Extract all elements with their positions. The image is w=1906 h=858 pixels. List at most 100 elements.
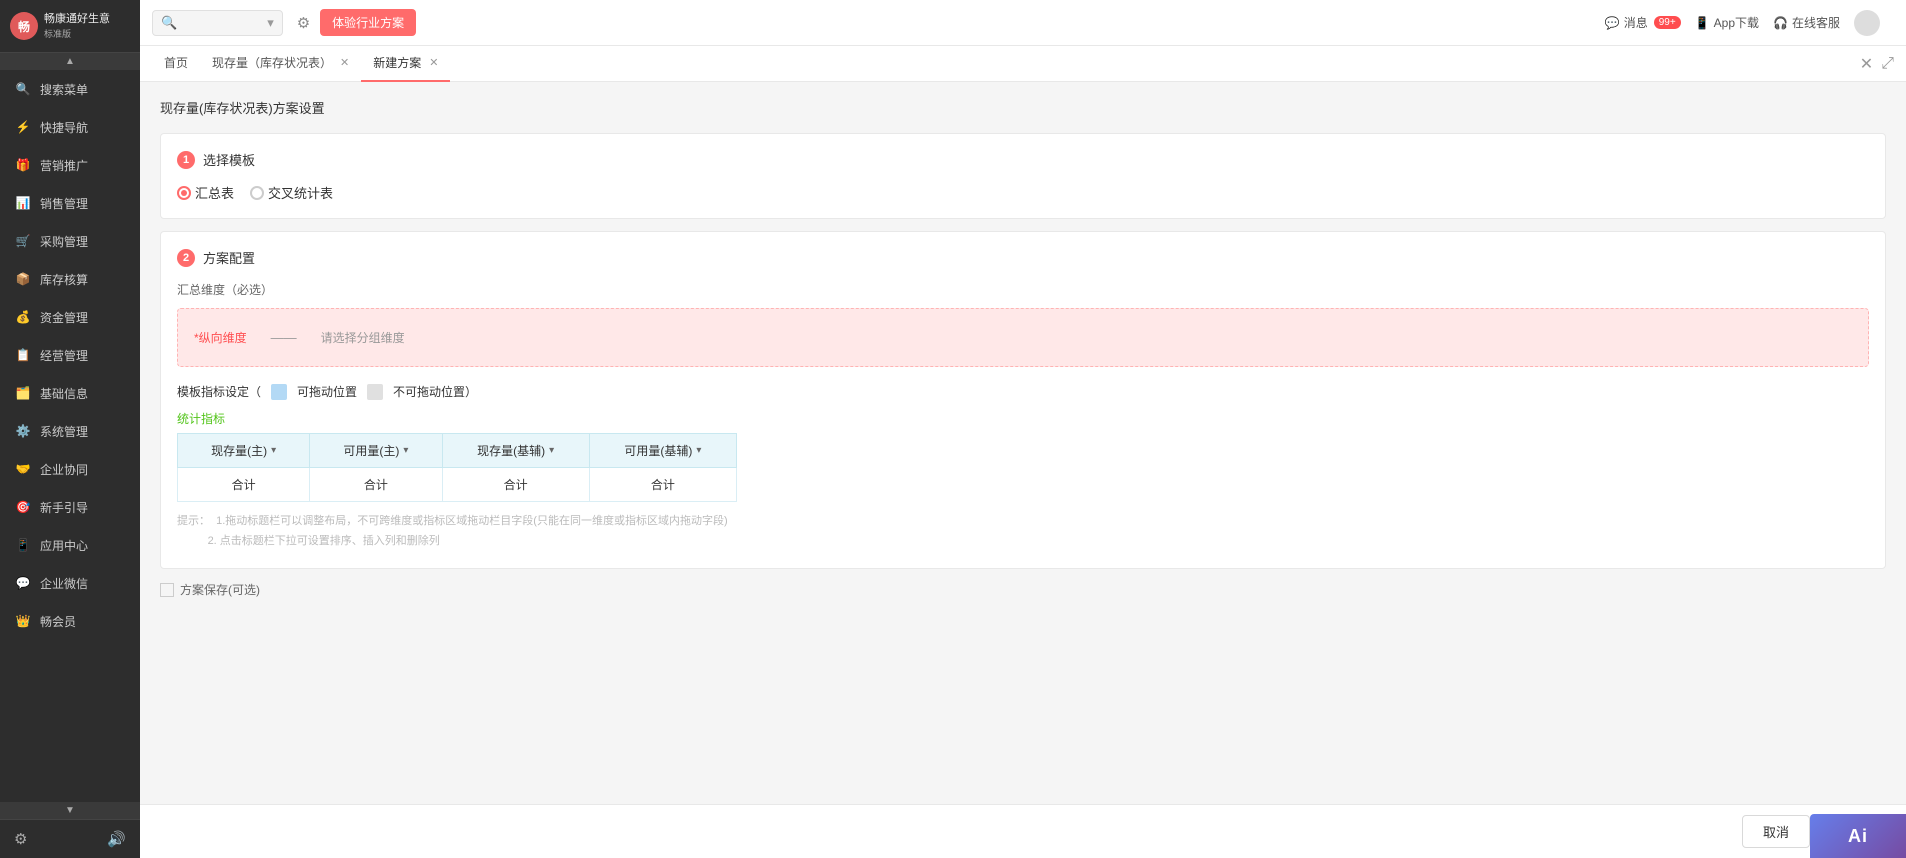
search-input[interactable]	[181, 16, 261, 30]
tabs-bar: 首页 现存量（库存状况表） ✕ 新建方案 ✕ ✕ ⤢	[140, 46, 1906, 82]
step2-card: 2 方案配置 汇总维度（必选） *纵向维度 —— 请选择分组维度 模板指标设定（…	[160, 231, 1886, 569]
col-aux-available-chevron[interactable]: ▾	[696, 445, 701, 456]
chart-icon: 📊	[14, 194, 32, 212]
sidebar-scroll-up[interactable]: ▲	[0, 53, 140, 70]
tip-1-text: 1.拖动标题栏可以调整布局，不可跨维度或指标区域拖动栏目字段(只能在同一维度或指…	[216, 515, 728, 527]
message-item[interactable]: 💬 消息 99+	[1605, 14, 1681, 31]
sidebar-item-label: 营销推广	[40, 157, 88, 174]
app-download-item[interactable]: 📱 App下载	[1695, 14, 1759, 31]
close-panel-icon[interactable]: ✕	[1860, 54, 1873, 74]
sidebar-item-label: 库存核算	[40, 271, 88, 288]
save-option: 方案保存(可选)	[160, 581, 1886, 598]
expand-panel-icon[interactable]: ⤢	[1881, 55, 1894, 73]
settings-icon[interactable]: ⚙	[14, 830, 27, 848]
sidebar-scroll-down[interactable]: ▼	[0, 802, 140, 819]
gear-icon: ⚙️	[14, 422, 32, 440]
col-aux-available[interactable]: 可用量(基辅) ▾	[589, 434, 736, 468]
app-logo: 畅 畅康通好生意 标准版	[0, 0, 140, 53]
handshake-icon: 🤝	[14, 460, 32, 478]
tab-home[interactable]: 首页	[152, 46, 200, 82]
sidebar-item-label: 采购管理	[40, 233, 88, 250]
col-main-available[interactable]: 可用量(主) ▾	[310, 434, 442, 468]
col-aux-available-label: 可用量(基辅)	[624, 442, 692, 459]
gift-icon: 🎁	[14, 156, 32, 174]
col-main-inventory-chevron[interactable]: ▾	[271, 445, 276, 456]
sidebar-item-app-center[interactable]: 📱 应用中心	[0, 526, 140, 564]
radio-summary-label: 汇总表	[195, 183, 234, 202]
radio-cross[interactable]: 交叉统计表	[250, 183, 333, 202]
speaker-icon[interactable]: 🔊	[107, 830, 126, 848]
sidebar-item-finance[interactable]: 💰 资金管理	[0, 298, 140, 336]
sidebar-item-label: 搜索菜单	[40, 81, 88, 98]
vertical-dim-label: *纵向维度	[194, 329, 247, 346]
sidebar-item-sales[interactable]: 📊 销售管理	[0, 184, 140, 222]
content-area: 现存量(库存状况表)方案设置 1 选择模板 汇总表 交叉统计表 2	[140, 82, 1906, 804]
tab-inventory-close[interactable]: ✕	[340, 56, 349, 69]
tab-inventory-status[interactable]: 现存量（库存状况表） ✕	[200, 46, 361, 82]
cell-aux-available-sub: 合计	[589, 468, 736, 502]
step2-header: 2 方案配置	[177, 248, 1869, 267]
topbar: 🔍 ▾ ⚙ 体验行业方案 💬 消息 99+ 📱 App下载 🎧 在线客服	[140, 0, 1906, 46]
non-draggable-badge	[367, 384, 383, 400]
template-radio-group: 汇总表 交叉统计表	[177, 183, 1869, 202]
sidebar-item-label: 销售管理	[40, 195, 88, 212]
crown-icon: 👑	[14, 612, 32, 630]
sidebar-item-search-menu[interactable]: 🔍 搜索菜单	[0, 70, 140, 108]
sidebar-item-label: 资金管理	[40, 309, 88, 326]
sidebar-item-corp-agreement[interactable]: 🤝 企业协同	[0, 450, 140, 488]
indicator-settings-label: 模板指标设定（ 可拖动位置 不可拖动位置）	[177, 383, 1869, 400]
tab-inventory-label: 现存量（库存状况表）	[212, 54, 332, 71]
lightning-icon: ⚡	[14, 118, 32, 136]
indicator-settings: 模板指标设定（ 可拖动位置 不可拖动位置） 统计指标 现存量(主)	[177, 383, 1869, 502]
tab-new-scheme[interactable]: 新建方案 ✕	[361, 46, 450, 82]
radio-summary[interactable]: 汇总表	[177, 183, 234, 202]
sidebar-item-operations[interactable]: 📋 经营管理	[0, 336, 140, 374]
search-dropdown-icon[interactable]: ▾	[267, 15, 274, 31]
topbar-right: 💬 消息 99+ 📱 App下载 🎧 在线客服	[1605, 10, 1894, 36]
sidebar-item-quick-nav[interactable]: ⚡ 快捷导航	[0, 108, 140, 146]
sidebar-item-corp-wechat[interactable]: 💬 企业微信	[0, 564, 140, 602]
stats-title: 统计指标	[177, 410, 1869, 427]
sidebar-item-member[interactable]: 👑 畅会员	[0, 602, 140, 640]
stats-section: 统计指标 现存量(主) ▾	[177, 410, 1869, 502]
cart-icon: 🛒	[14, 232, 32, 250]
required-dim-area: *纵向维度 —— 请选择分组维度	[177, 308, 1869, 367]
sidebar-item-inventory[interactable]: 📦 库存核算	[0, 260, 140, 298]
table-row: 合计 合计 合计 合计	[178, 468, 737, 502]
main-area: 🔍 ▾ ⚙ 体验行业方案 💬 消息 99+ 📱 App下载 🎧 在线客服	[140, 0, 1906, 858]
experience-btn[interactable]: 体验行业方案	[320, 9, 416, 36]
settings-gear-icon[interactable]: ⚙	[297, 14, 310, 32]
stats-table: 现存量(主) ▾ 可用量(主) ▾	[177, 433, 737, 502]
sidebar-item-purchase[interactable]: 🛒 采购管理	[0, 222, 140, 260]
tab-new-scheme-close[interactable]: ✕	[429, 56, 438, 69]
dim-separator: ——	[271, 330, 297, 345]
non-draggable-label: 不可拖动位置）	[393, 383, 477, 400]
chat-icon: 💬	[14, 574, 32, 592]
sidebar-item-label: 企业微信	[40, 575, 88, 592]
tips-area: 提示： 1.拖动标题栏可以调整布局，不可跨维度或指标区域拖动栏目字段(只能在同一…	[177, 512, 1869, 548]
save-checkbox[interactable]	[160, 583, 174, 597]
sidebar-item-marketing[interactable]: 🎁 营销推广	[0, 146, 140, 184]
online-service-item[interactable]: 🎧 在线客服	[1773, 14, 1840, 31]
col-aux-inventory-chevron[interactable]: ▾	[549, 445, 554, 456]
step2-label: 方案配置	[203, 248, 255, 267]
tip-1: 提示： 1.拖动标题栏可以调整布局，不可跨维度或指标区域拖动栏目字段(只能在同一…	[177, 512, 1869, 528]
app-download-label: App下载	[1714, 14, 1759, 31]
sidebar-nav: 🔍 搜索菜单 ⚡ 快捷导航 🎁 营销推广 📊 销售管理 🛒 采购管理 📦 库存核…	[0, 70, 140, 802]
ai-fab-button[interactable]: Ai	[1810, 814, 1906, 858]
sidebar-item-new-guide[interactable]: 🎯 新手引导	[0, 488, 140, 526]
search-box[interactable]: 🔍 ▾	[152, 10, 283, 36]
col-main-available-chevron[interactable]: ▾	[403, 445, 408, 456]
avatar[interactable]	[1854, 10, 1880, 36]
radio-cross-label: 交叉统计表	[268, 183, 333, 202]
draggable-badge	[271, 384, 287, 400]
col-aux-inventory[interactable]: 现存量(基辅) ▾	[442, 434, 589, 468]
sidebar-item-label: 快捷导航	[40, 119, 88, 136]
step1-badge: 1	[177, 151, 195, 169]
col-main-inventory[interactable]: 现存量(主) ▾	[178, 434, 310, 468]
message-icon: 💬	[1605, 16, 1620, 30]
sidebar-item-system[interactable]: ⚙️ 系统管理	[0, 412, 140, 450]
draggable-label: 可拖动位置	[297, 383, 357, 400]
cancel-button[interactable]: 取消	[1742, 815, 1810, 848]
sidebar-item-basic-info[interactable]: 🗂️ 基础信息	[0, 374, 140, 412]
